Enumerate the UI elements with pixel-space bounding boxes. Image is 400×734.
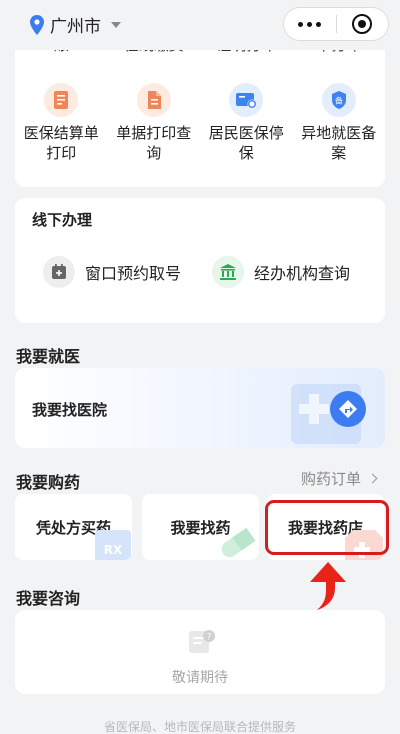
shield-icon: 备	[321, 83, 356, 117]
city-name: 广州市	[50, 17, 101, 36]
institution-query-item[interactable]: 经办机构查询	[212, 256, 350, 288]
coming-soon-label: 敬请期待	[172, 669, 228, 685]
offline-services-card: 线下办理 窗口预约取号 经办机构查询	[15, 198, 385, 323]
location-pin-icon	[30, 14, 44, 35]
item-label: 经办机构查询	[254, 266, 351, 283]
card-pause-icon	[229, 83, 264, 117]
svg-text:RX: RX	[104, 543, 123, 557]
service-settlement-print[interactable]: 医保结算单打印	[15, 83, 108, 164]
find-hospital-card[interactable]: 我要找医院	[15, 368, 385, 448]
offline-title: 线下办理	[32, 212, 93, 229]
receipt-icon	[44, 83, 79, 117]
window-appointment-item[interactable]: 窗口预约取号	[43, 256, 181, 288]
top-bar: 广州市	[0, 0, 400, 50]
institution-icon	[212, 256, 244, 288]
service-remote-registration[interactable]: 备 异地就医备案	[293, 83, 386, 164]
service-label: 异地就医备案	[301, 125, 377, 162]
more-menu-button[interactable]	[284, 8, 336, 40]
find-hospital-label: 我要找医院	[32, 402, 108, 419]
item-label: 窗口预约取号	[85, 266, 182, 283]
service-insurance-suspend[interactable]: 居民医保停保	[200, 83, 293, 164]
consult-card: ? 敬请期待	[15, 610, 385, 694]
find-medicine-card[interactable]: 我要找药	[142, 494, 259, 560]
service-label: 医保结算单打印	[23, 125, 99, 162]
service-label: 居民医保停保	[208, 125, 284, 162]
orders-label: 购药订单	[301, 471, 362, 488]
consult-document-icon: ?	[189, 630, 215, 653]
mini-program-capsule	[283, 7, 389, 41]
target-icon	[352, 14, 373, 34]
pill-icon	[221, 527, 256, 558]
online-services-card: 账 在线缴费 证明打印 单打印 医保结算单打印 单据打印查询 居民医保停保 备	[15, 30, 385, 187]
navigate-icon	[330, 391, 366, 427]
highlight-box	[265, 500, 389, 555]
rx-icon: RX	[95, 530, 131, 560]
prescription-buy-card[interactable]: 凭处方买药 RX	[15, 494, 132, 560]
consult-heading: 我要咨询	[16, 591, 81, 608]
services-row: 医保结算单打印 单据打印查询 居民医保停保 备 异地就医备案	[15, 83, 385, 164]
medicine-orders-link[interactable]: 购药订单	[301, 468, 378, 489]
medical-heading: 我要就医	[16, 349, 81, 366]
arrow-up-icon	[310, 562, 346, 610]
close-program-button[interactable]	[336, 8, 388, 40]
chevron-right-icon	[367, 473, 378, 484]
footer-text: 省医保局、地市医保局联合提供服务	[103, 720, 296, 734]
calendar-plus-icon	[43, 256, 75, 288]
document-icon	[136, 83, 171, 117]
chevron-down-icon	[111, 21, 121, 28]
service-receipt-query[interactable]: 单据打印查询	[108, 83, 201, 164]
svg-text:备: 备	[335, 96, 343, 106]
city-selector[interactable]: 广州市	[30, 12, 121, 37]
service-label: 单据打印查询	[116, 125, 192, 162]
buy-heading: 我要购药	[16, 475, 81, 492]
svg-text:?: ?	[207, 633, 212, 643]
